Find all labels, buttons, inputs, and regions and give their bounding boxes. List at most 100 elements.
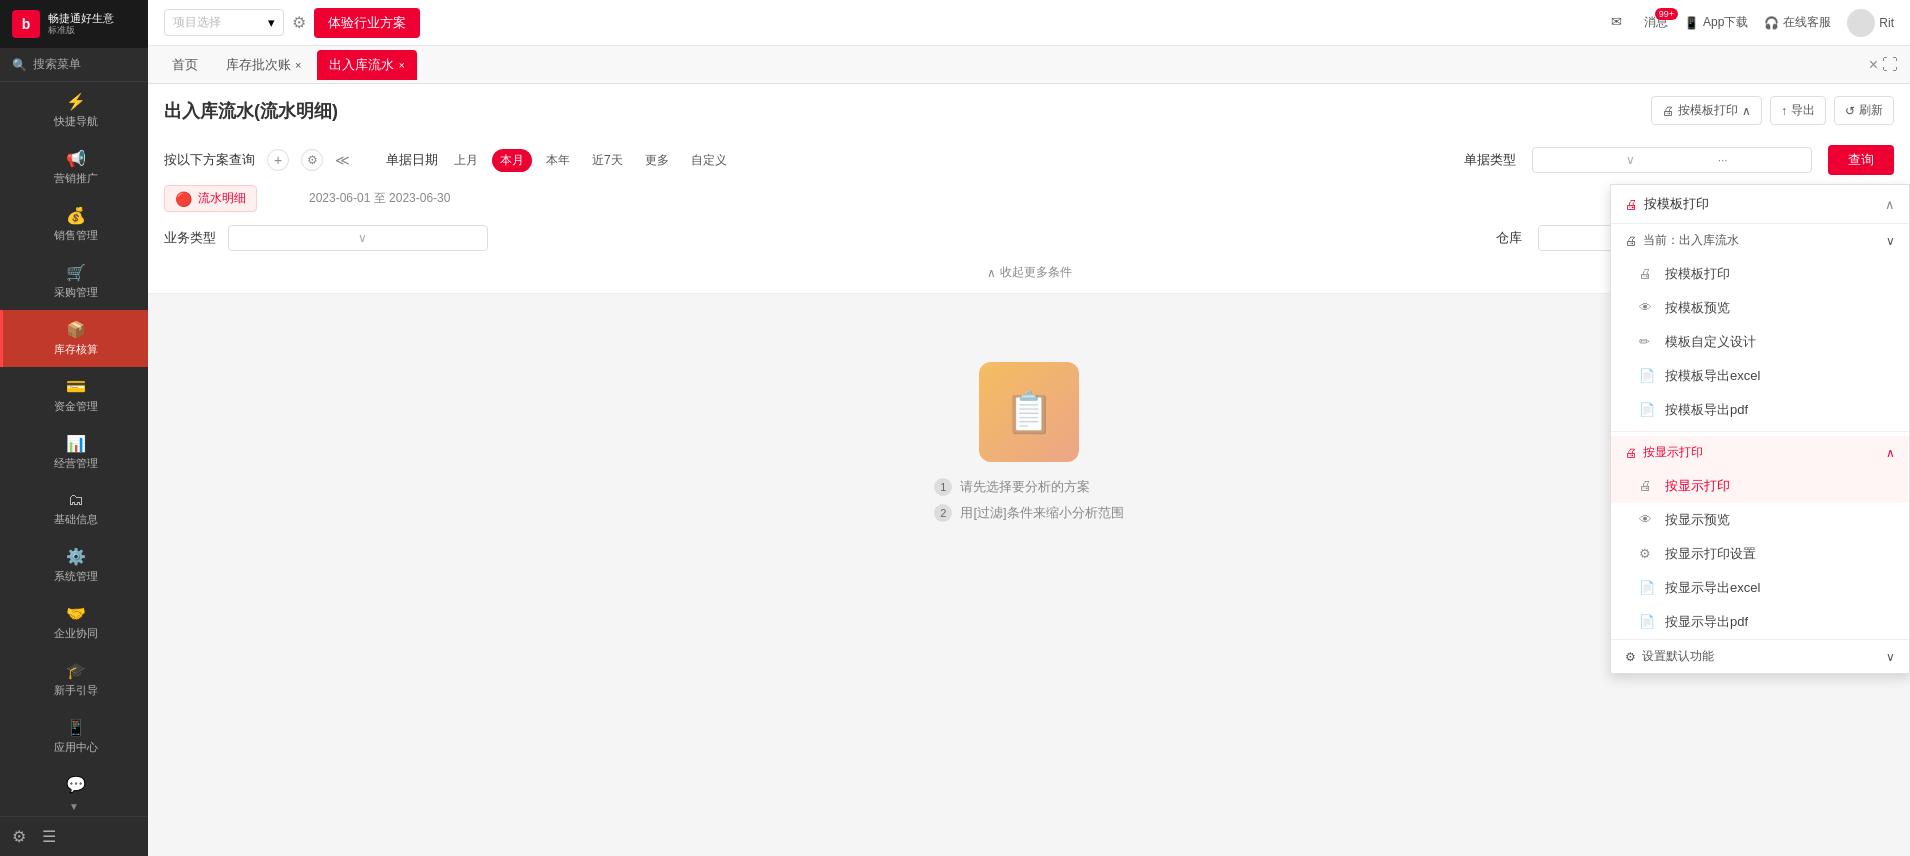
set-default-expand-icon: ∨ [1886, 650, 1895, 664]
panel-item-display-preview[interactable]: 👁 按显示预览 [1611, 503, 1909, 537]
date-btn-more[interactable]: 更多 [637, 149, 677, 172]
display-setting-icon: ⚙ [1639, 546, 1655, 562]
message-icon: ✉ [1611, 14, 1622, 29]
logo-text: 畅捷通好生意 标准版 [48, 11, 114, 37]
panel-item-template-pdf[interactable]: 📄 按模板导出pdf [1611, 393, 1909, 427]
filter-setting-btn[interactable]: ⚙ [301, 149, 323, 171]
header-gear-icon[interactable]: ⚙ [292, 13, 306, 32]
header-project-select[interactable]: 项目选择 ▾ [164, 9, 284, 36]
sidebar-item-basic[interactable]: 🗂 基础信息 [0, 481, 148, 537]
refresh-btn[interactable]: ↺ 刷新 [1834, 96, 1894, 125]
sidebar-item-wechat[interactable]: 💬 企业微信 [0, 765, 148, 797]
message-btn[interactable]: ✉ 99+ 消息 [1611, 14, 1668, 31]
top-header: 项目选择 ▾ ⚙ 体验行业方案 ✉ 99+ 消息 📱 App下载 🎧 在线客服 … [148, 0, 1910, 46]
filter-tag-icon: 🔴 [175, 191, 192, 207]
filter-add-btn[interactable]: + [267, 149, 289, 171]
business-type-select[interactable]: ∨ [228, 225, 488, 251]
chevron-down-icon: ▾ [268, 15, 275, 30]
sidebar-item-guide[interactable]: 🎓 新手引导 [0, 651, 148, 708]
refresh-icon: ↺ [1845, 104, 1855, 118]
purchase-icon: 🛒 [66, 263, 86, 282]
sidebar-item-finance[interactable]: 💳 资金管理 [0, 367, 148, 424]
date-filter-group: 单据日期 上月 本月 本年 近7天 更多 自定义 [386, 149, 735, 172]
empty-steps: 1 请先选择要分析的方案 2 用[过滤]条件来缩小分析范围 [934, 474, 1123, 526]
date-btn-this-year[interactable]: 本年 [538, 149, 578, 172]
panel-item-template-customize[interactable]: ✏ 模板自定义设计 [1611, 325, 1909, 359]
user-profile[interactable]: Rit [1847, 9, 1894, 37]
date-btn-last-7-days[interactable]: 近7天 [584, 149, 631, 172]
print-icon: 🖨 [1662, 104, 1674, 118]
tab-home[interactable]: 首页 [160, 50, 210, 80]
date-btn-custom[interactable]: 自定义 [683, 149, 735, 172]
template-customize-icon: ✏ [1639, 334, 1655, 350]
panel-print-icon: 🖨 [1625, 197, 1638, 212]
voucher-type-expand: ∨ [1626, 153, 1709, 167]
current-icon: 🖨 [1625, 234, 1637, 248]
date-btn-this-month[interactable]: 本月 [492, 149, 532, 172]
tab-batch-account[interactable]: 库存批次账 × [214, 50, 313, 80]
sidebar-item-purchase[interactable]: 🛒 采购管理 [0, 253, 148, 310]
page-title: 出入库流水(流水明细) [164, 99, 338, 123]
sidebar-nav: ⚡ 快捷导航 📢 营销推广 💰 销售管理 🛒 采购管理 📦 库存核算 💳 资金管… [0, 82, 148, 797]
template-excel-icon: 📄 [1639, 368, 1655, 384]
template-pdf-icon: 📄 [1639, 402, 1655, 418]
bottom-menu-icon[interactable]: ☰ [42, 827, 56, 846]
tab-close-all[interactable]: × [1869, 56, 1878, 74]
panel-item-template-preview[interactable]: 👁 按模板预览 [1611, 291, 1909, 325]
panel-item-display-print[interactable]: 🖨 按显示打印 [1611, 469, 1909, 503]
flow-tag: 🔴 流水明细 [164, 185, 257, 212]
main-area: 项目选择 ▾ ⚙ 体验行业方案 ✉ 99+ 消息 📱 App下载 🎧 在线客服 … [148, 0, 1910, 856]
sidebar-item-collab[interactable]: 🤝 企业协同 [0, 594, 148, 651]
tab-close-batch[interactable]: × [295, 59, 301, 71]
export-icon: ↑ [1781, 104, 1787, 118]
trial-btn[interactable]: 体验行业方案 [314, 8, 420, 38]
panel-item-template-print[interactable]: 🖨 按模板打印 [1611, 257, 1909, 291]
sidebar-item-app-center[interactable]: 📱 应用中心 [0, 708, 148, 765]
sales-icon: 💰 [66, 206, 86, 225]
voucher-type-select[interactable]: ∨ ··· [1532, 147, 1812, 173]
date-btn-last-month[interactable]: 上月 [446, 149, 486, 172]
date-options: 上月 本月 本年 近7天 更多 自定义 [446, 149, 735, 172]
current-template-header[interactable]: 🖨 当前：出入库流水 ∨ [1611, 224, 1909, 257]
marketing-icon: 📢 [66, 149, 86, 168]
sidebar-item-quick-nav[interactable]: ⚡ 快捷导航 [0, 82, 148, 139]
app-download-btn[interactable]: 📱 App下载 [1684, 14, 1748, 31]
online-service-btn[interactable]: 🎧 在线客服 [1764, 14, 1831, 31]
sidebar-item-operations[interactable]: 📊 经营管理 [0, 424, 148, 481]
bottom-gear-icon[interactable]: ⚙ [12, 827, 26, 846]
collab-icon: 🤝 [66, 604, 86, 623]
set-default-btn[interactable]: ⚙ 设置默认功能 ∨ [1611, 639, 1909, 673]
sidebar-item-system[interactable]: ⚙️ 系统管理 [0, 537, 148, 594]
guide-icon: 🎓 [66, 661, 86, 680]
panel-collapse-btn[interactable]: ∧ [1885, 197, 1895, 212]
avatar [1847, 9, 1875, 37]
empty-icon: 📋 [979, 362, 1079, 462]
panel-header: 🖨 按模板打印 ∧ [1611, 185, 1909, 224]
business-type-expand: ∨ [358, 231, 477, 245]
display-print-header[interactable]: 🖨 按显示打印 ∧ [1611, 436, 1909, 469]
panel-item-display-setting[interactable]: ⚙ 按显示打印设置 [1611, 537, 1909, 571]
tab-close-flow[interactable]: × [398, 59, 404, 71]
query-btn[interactable]: 查询 [1828, 145, 1894, 175]
print-template-btn[interactable]: 🖨 按模板打印 ∧ [1651, 96, 1762, 125]
panel-item-display-pdf[interactable]: 📄 按显示导出pdf [1611, 605, 1909, 639]
headset-icon: 🎧 [1764, 16, 1779, 30]
filter-right: 单据类型 ∨ ··· 查询 [1464, 145, 1894, 175]
quick-nav-icon: ⚡ [66, 92, 86, 111]
panel-item-template-excel[interactable]: 📄 按模板导出excel [1611, 359, 1909, 393]
panel-item-display-excel[interactable]: 📄 按显示导出excel [1611, 571, 1909, 605]
sidebar-item-sales[interactable]: 💰 销售管理 [0, 196, 148, 253]
sidebar: b 畅捷通好生意 标准版 🔍 搜索菜单 ⚡ 快捷导航 📢 营销推广 💰 销售管理… [0, 0, 148, 856]
tab-flow[interactable]: 出入库流水 × [317, 50, 416, 80]
collapse-icon: ∧ [987, 266, 996, 280]
sidebar-item-marketing[interactable]: 📢 营销推广 [0, 139, 148, 196]
sidebar-scroll-down[interactable]: ▼ [0, 797, 148, 816]
panel-divider [1611, 431, 1909, 432]
sidebar-item-inventory[interactable]: 📦 库存核算 [0, 310, 148, 367]
tab-expand[interactable]: ⛶ [1882, 56, 1898, 74]
search-menu[interactable]: 🔍 搜索菜单 [0, 48, 148, 82]
step-2: 2 用[过滤]条件来缩小分析范围 [934, 500, 1123, 526]
export-btn[interactable]: ↑ 导出 [1770, 96, 1826, 125]
filter-collapse-icon[interactable]: ≪ [335, 152, 350, 168]
voucher-type-more[interactable]: ··· [1718, 153, 1801, 167]
